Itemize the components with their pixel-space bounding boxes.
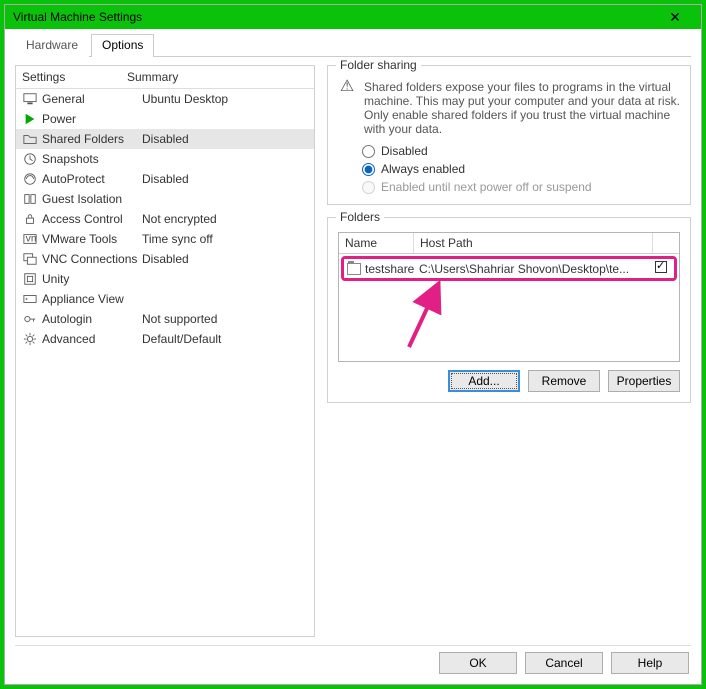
settings-list-header: Settings Summary xyxy=(16,66,314,89)
ok-button[interactable]: OK xyxy=(439,652,517,674)
item-shared-folders[interactable]: Shared Folders Disabled xyxy=(16,129,314,149)
label: Guest Isolation xyxy=(42,192,142,206)
folder-name: testshare xyxy=(365,262,414,276)
unity-icon xyxy=(22,272,38,286)
radio-always[interactable]: Always enabled xyxy=(362,162,680,176)
item-unity[interactable]: Unity xyxy=(16,269,314,289)
summary: Disabled xyxy=(142,172,308,186)
settings-dialog: Virtual Machine Settings ✕ Hardware Opti… xyxy=(4,4,702,685)
item-vmware-tools[interactable]: vm VMware Tools Time sync off xyxy=(16,229,314,249)
cancel-button[interactable]: Cancel xyxy=(525,652,603,674)
enabled-checkbox[interactable] xyxy=(655,261,667,273)
summary: Time sync off xyxy=(142,232,308,246)
title-bar: Virtual Machine Settings ✕ xyxy=(5,5,701,29)
warning-icon: ⚠ xyxy=(338,80,356,136)
folder-share-icon xyxy=(22,132,38,146)
item-autoprotect[interactable]: AutoProtect Disabled xyxy=(16,169,314,189)
label: AutoProtect xyxy=(42,172,142,186)
item-vnc[interactable]: VNC Connections Disabled xyxy=(16,249,314,269)
summary: Ubuntu Desktop xyxy=(142,92,308,106)
lock-icon xyxy=(22,212,38,226)
settings-list: Settings Summary General Ubuntu Desktop … xyxy=(15,65,315,637)
label: Shared Folders xyxy=(42,132,142,146)
arrow-annotation xyxy=(339,283,679,353)
col-path[interactable]: Host Path xyxy=(414,233,653,253)
label: Unity xyxy=(42,272,142,286)
tab-options[interactable]: Options xyxy=(91,34,154,57)
gear-icon xyxy=(22,332,38,346)
radio-label: Enabled until next power off or suspend xyxy=(381,180,592,194)
close-button[interactable]: ✕ xyxy=(657,9,693,26)
detail-pane: Folder sharing ⚠ Shared folders expose y… xyxy=(327,65,691,637)
item-general[interactable]: General Ubuntu Desktop xyxy=(16,89,314,109)
item-advanced[interactable]: Advanced Default/Default xyxy=(16,329,314,349)
label: Autologin xyxy=(42,312,142,326)
radio-disabled[interactable]: Disabled xyxy=(362,144,680,158)
key-icon xyxy=(22,312,38,326)
item-appliance-view[interactable]: Appliance View xyxy=(16,289,314,309)
col-name[interactable]: Name xyxy=(339,233,414,253)
window-title: Virtual Machine Settings xyxy=(13,10,657,24)
folders-grid[interactable]: Name Host Path testshare C:\Users\Shahri… xyxy=(338,232,680,362)
label: General xyxy=(42,92,142,106)
group-legend: Folders xyxy=(336,210,384,224)
label: VNC Connections xyxy=(42,252,142,266)
summary: Not encrypted xyxy=(142,212,308,226)
label: Snapshots xyxy=(42,152,142,166)
play-icon xyxy=(22,112,38,126)
radio-until-suspend: Enabled until next power off or suspend xyxy=(362,180,680,194)
client-area: Hardware Options Settings Summary Genera… xyxy=(5,29,701,684)
highlight-annotation: testshare C:\Users\Shahriar Shovon\Deskt… xyxy=(341,256,677,281)
properties-button[interactable]: Properties xyxy=(608,370,680,392)
label: Access Control xyxy=(42,212,142,226)
isolation-icon xyxy=(22,192,38,206)
dialog-buttons: OK Cancel Help xyxy=(15,645,691,674)
item-snapshots[interactable]: Snapshots xyxy=(16,149,314,169)
item-power[interactable]: Power xyxy=(16,109,314,129)
add-button[interactable]: Add... xyxy=(448,370,520,392)
radio-label: Disabled xyxy=(381,144,428,158)
monitor-icon xyxy=(22,92,38,106)
label: Advanced xyxy=(42,332,142,346)
summary: Disabled xyxy=(142,252,308,266)
folders-header: Name Host Path xyxy=(339,233,679,254)
remove-button[interactable]: Remove xyxy=(528,370,600,392)
tab-strip: Hardware Options xyxy=(15,33,691,57)
item-access-control[interactable]: Access Control Not encrypted xyxy=(16,209,314,229)
summary: Default/Default xyxy=(142,332,308,346)
folders-group: Folders Name Host Path testshare C:\User… xyxy=(327,217,691,403)
label: Power xyxy=(42,112,142,126)
clock-icon xyxy=(22,152,38,166)
group-legend: Folder sharing xyxy=(336,58,421,72)
item-guest-isolation[interactable]: Guest Isolation xyxy=(16,189,314,209)
radio-label: Always enabled xyxy=(381,162,465,176)
vnc-icon xyxy=(22,252,38,266)
col-enabled xyxy=(653,233,679,253)
autoprotect-icon xyxy=(22,172,38,186)
item-autologin[interactable]: Autologin Not supported xyxy=(16,309,314,329)
appliance-icon xyxy=(22,292,38,306)
col-summary: Summary xyxy=(127,70,308,84)
summary: Not supported xyxy=(142,312,308,326)
vm-icon: vm xyxy=(22,232,38,246)
folder-path: C:\Users\Shahriar Shovon\Desktop\te... xyxy=(419,262,651,276)
summary: Disabled xyxy=(142,132,308,146)
warning-text: Shared folders expose your files to prog… xyxy=(364,80,680,136)
help-button[interactable]: Help xyxy=(611,652,689,674)
folder-sharing-group: Folder sharing ⚠ Shared folders expose y… xyxy=(327,65,691,205)
folder-row[interactable]: testshare C:\Users\Shahriar Shovon\Deskt… xyxy=(344,259,674,278)
col-settings: Settings xyxy=(22,70,127,84)
label: VMware Tools xyxy=(42,232,142,246)
tab-hardware[interactable]: Hardware xyxy=(15,34,89,57)
svg-text:vm: vm xyxy=(26,233,37,245)
folder-icon xyxy=(347,263,361,275)
label: Appliance View xyxy=(42,292,142,306)
